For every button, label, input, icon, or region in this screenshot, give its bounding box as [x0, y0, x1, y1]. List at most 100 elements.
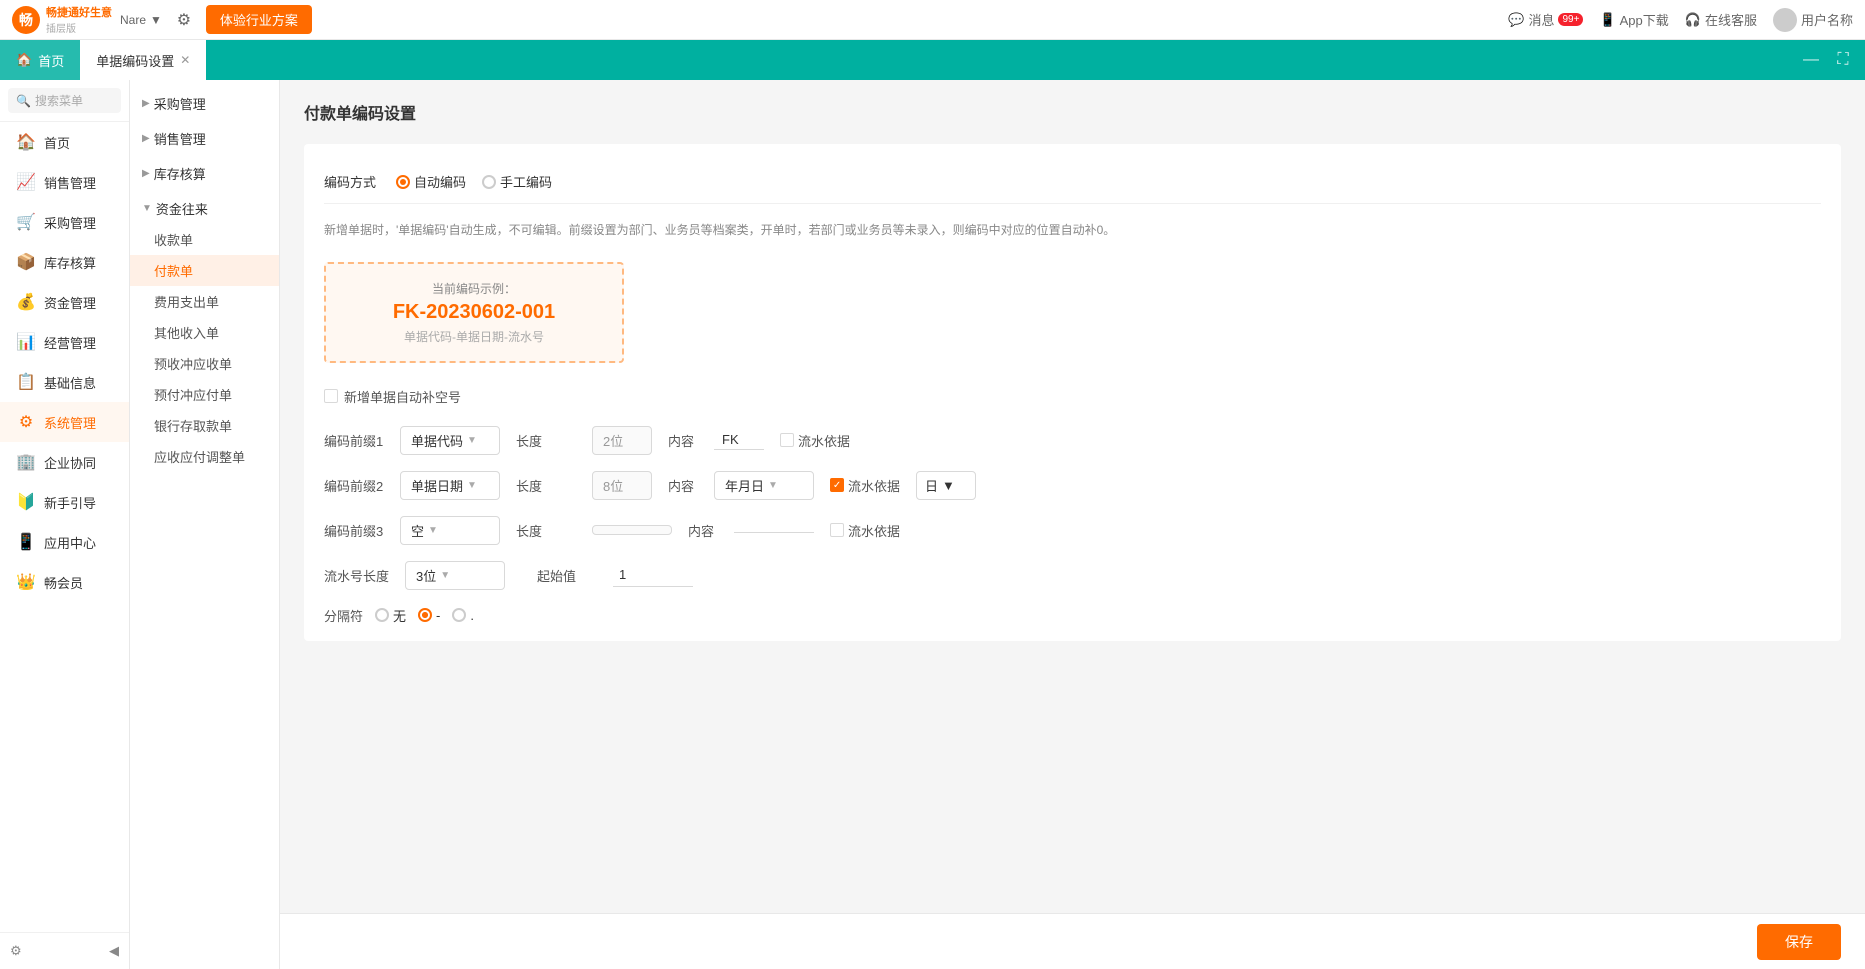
- search-inner[interactable]: 🔍 搜索菜单: [8, 88, 121, 113]
- footer-collapse-icon[interactable]: ◀: [109, 943, 119, 959]
- prefix3-dropdown-icon: ▼: [428, 525, 438, 536]
- online-service-label: 在线客服: [1705, 10, 1757, 29]
- start-value-label: 起始值: [537, 566, 597, 585]
- manual-code-radio[interactable]: [482, 175, 496, 189]
- save-button[interactable]: 保存: [1757, 924, 1841, 960]
- prefix3-select[interactable]: 空 ▼: [400, 516, 500, 545]
- tab-home[interactable]: 🏠 首页: [0, 40, 80, 80]
- sep-none-radio[interactable]: [375, 608, 389, 622]
- submenu-group-inventory-title[interactable]: ▶ 库存核算: [130, 158, 279, 189]
- length1-input: 2位: [592, 426, 652, 455]
- encoding-method-label: 编码方式: [324, 172, 376, 191]
- sidebar-item-operations[interactable]: 📊 经营管理: [0, 322, 129, 362]
- auto-code-radio[interactable]: [396, 175, 410, 189]
- start-value-input[interactable]: [613, 563, 693, 587]
- message-item[interactable]: 💬 消息 99+: [1508, 10, 1583, 29]
- serial-length-select[interactable]: 3位 ▼: [405, 561, 505, 590]
- submenu-item-other-income[interactable]: 其他收入单: [130, 317, 279, 348]
- main-content: 付款单编码设置 编码方式 自动编码 手工编码: [280, 80, 1865, 913]
- experience-btn[interactable]: 体验行业方案: [206, 5, 312, 34]
- prefix1-select[interactable]: 单据代码 ▼: [400, 426, 500, 455]
- content1-value: FK: [714, 430, 764, 450]
- prefix3-value: 空: [411, 521, 424, 540]
- apps-nav-icon: 📱: [16, 532, 36, 552]
- serial1-label: 流水依据: [798, 431, 850, 450]
- submenu-item-ap-adjust[interactable]: 应收应付调整单: [130, 441, 279, 472]
- tab-code-setting[interactable]: 单据编码设置 ✕: [80, 40, 206, 80]
- footer-settings-icon[interactable]: ⚙: [10, 943, 22, 959]
- day-select[interactable]: 日 ▼: [916, 471, 976, 500]
- submenu-item-receipt[interactable]: 收款单: [130, 224, 279, 255]
- serial2-checkbox[interactable]: ✓: [830, 478, 844, 492]
- submenu-item-expense[interactable]: 费用支出单: [130, 286, 279, 317]
- content3-label: 内容: [688, 521, 714, 540]
- manual-code-option[interactable]: 手工编码: [482, 172, 552, 191]
- sep-dot-option[interactable]: .: [452, 608, 474, 623]
- sidebar-item-home[interactable]: 🏠 首页: [0, 122, 129, 162]
- serial1-checkbox[interactable]: [780, 433, 794, 447]
- prefix2-select[interactable]: 单据日期 ▼: [400, 471, 500, 500]
- sidebar-item-member[interactable]: 👑 畅会员: [0, 562, 129, 602]
- online-service-item[interactable]: 🎧 在线客服: [1685, 10, 1757, 29]
- sidebar-item-inventory[interactable]: 📦 库存核算: [0, 242, 129, 282]
- content2-value: 年月日: [725, 476, 764, 495]
- sidebar-item-sales[interactable]: 📈 销售管理: [0, 162, 129, 202]
- prefix-row-2: 编码前缀2 单据日期 ▼ 长度 8位 内容 年月日 ▼: [324, 471, 1821, 500]
- content2-label: 内容: [668, 476, 694, 495]
- serial1-checkbox-row[interactable]: 流水依据: [780, 431, 850, 450]
- tab-close-icon[interactable]: ✕: [180, 53, 190, 67]
- user-item[interactable]: 用户名称: [1773, 8, 1853, 32]
- submenu-item-advance-receivable[interactable]: 预收冲应收单: [130, 348, 279, 379]
- company-dropdown[interactable]: Nare ▼: [120, 13, 162, 27]
- submenu-group-capital-title[interactable]: ▼ 资金往来: [130, 193, 279, 224]
- online-service-icon: 🎧: [1685, 12, 1701, 28]
- auto-code-option[interactable]: 自动编码: [396, 172, 466, 191]
- submenu-group-capital: ▼ 资金往来 收款单 付款单 费用支出单 其他收入单 预收冲应收单 预付冲应付单…: [130, 193, 279, 472]
- serial3-label: 流水依据: [848, 521, 900, 540]
- submenu-group-sales: ▶ 销售管理: [130, 123, 279, 154]
- tab-minimize-icon[interactable]: —: [1797, 46, 1825, 74]
- sep-dot-radio[interactable]: [452, 608, 466, 622]
- content2-select[interactable]: 年月日 ▼: [714, 471, 814, 500]
- tab-home-label: 首页: [38, 51, 64, 70]
- app-download-item[interactable]: 📱 App下载: [1599, 10, 1668, 29]
- sidebar-guide-label: 新手引导: [44, 493, 96, 512]
- submenu-item-advance-payable[interactable]: 预付冲应付单: [130, 379, 279, 410]
- sidebar-item-system[interactable]: ⚙ 系统管理: [0, 402, 129, 442]
- info-text: 新增单据时，'单据编码'自动生成，不可编辑。前缀设置为部门、业务员等档案类，开单…: [324, 220, 1821, 242]
- sidebar-search[interactable]: 🔍 搜索菜单: [0, 80, 129, 122]
- submenu-item-payment[interactable]: 付款单: [130, 255, 279, 286]
- settings-icon[interactable]: ⚙: [170, 6, 198, 34]
- tab-maximize-icon[interactable]: ⛶: [1829, 46, 1857, 74]
- serial-length-dropdown-icon: ▼: [440, 570, 450, 581]
- length2-input: 8位: [592, 471, 652, 500]
- sidebar-item-finance[interactable]: 💰 资金管理: [0, 282, 129, 322]
- sidebar-item-apps[interactable]: 📱 应用中心: [0, 522, 129, 562]
- serial3-checkbox[interactable]: [830, 523, 844, 537]
- sidebar-item-guide[interactable]: 🔰 新手引导: [0, 482, 129, 522]
- submenu-group-sales-title[interactable]: ▶ 销售管理: [130, 123, 279, 154]
- tab-bar: 🏠 首页 单据编码设置 ✕ — ⛶: [0, 40, 1865, 80]
- sidebar-basic-label: 基础信息: [44, 373, 96, 392]
- sep-none-option[interactable]: 无: [375, 606, 406, 625]
- message-icon: 💬: [1508, 12, 1524, 28]
- serial2-checkbox-row[interactable]: ✓ 流水依据: [830, 476, 900, 495]
- separator-row: 分隔符 无 -: [324, 606, 1821, 625]
- content3-value: [734, 528, 814, 533]
- sidebar-item-enterprise[interactable]: 🏢 企业协同: [0, 442, 129, 482]
- sep-dash-option[interactable]: -: [418, 608, 440, 623]
- sidebar-item-basic[interactable]: 📋 基础信息: [0, 362, 129, 402]
- sep-dash-radio[interactable]: [418, 608, 432, 622]
- submenu-group-purchase-title[interactable]: ▶ 采购管理: [130, 88, 279, 119]
- inventory-nav-icon: 📦: [16, 252, 36, 272]
- message-badge: 99+: [1558, 13, 1583, 26]
- prefix1-value: 单据代码: [411, 431, 463, 450]
- submenu-item-bank-deposit[interactable]: 银行存取款单: [130, 410, 279, 441]
- section-card: 编码方式 自动编码 手工编码: [304, 144, 1841, 641]
- tab-bar-actions: — ⛶: [1797, 46, 1865, 74]
- sidebar-item-purchase[interactable]: 🛒 采购管理: [0, 202, 129, 242]
- preview-code: FK-20230602-001: [350, 301, 598, 324]
- auto-fill-checkbox[interactable]: [324, 389, 338, 403]
- sidebar-inventory-label: 库存核算: [44, 253, 96, 272]
- serial3-checkbox-row[interactable]: 流水依据: [830, 521, 900, 540]
